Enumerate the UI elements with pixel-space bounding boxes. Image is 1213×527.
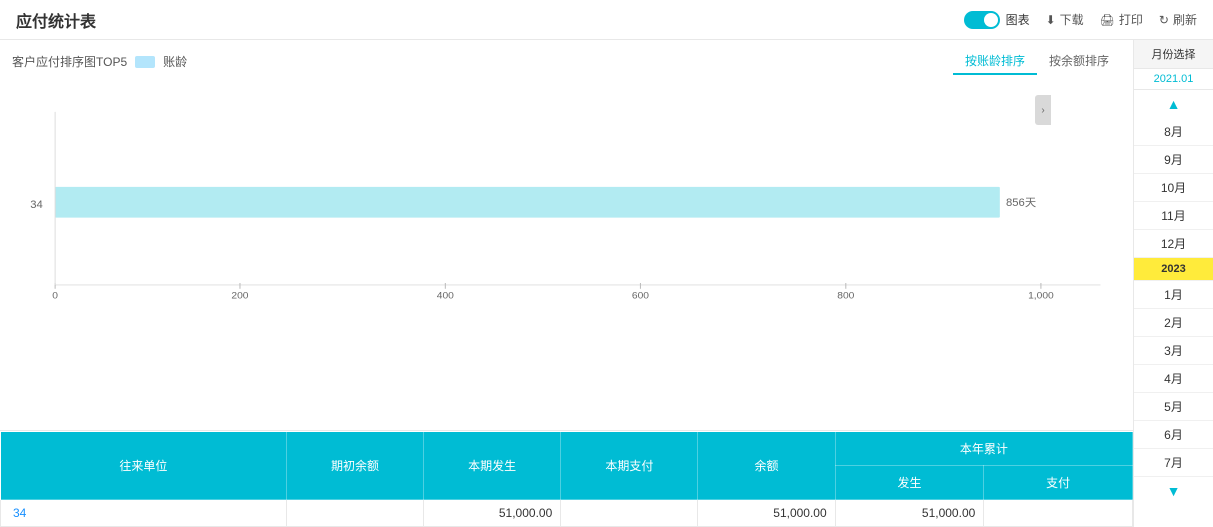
page-title: 应付统计表	[16, 8, 96, 32]
month-item-6[interactable]: 6月	[1134, 421, 1213, 449]
month-item-11[interactable]: 11月	[1134, 202, 1213, 230]
th-current-payment: 本期支付	[561, 432, 698, 500]
refresh-button[interactable]: ↻ 刷新	[1159, 11, 1197, 28]
month-item-12[interactable]: 12月	[1134, 230, 1213, 258]
th-ytd-group: 本年累计	[835, 432, 1132, 466]
nav-up-button[interactable]: ▲	[1162, 92, 1186, 116]
th-ytd-payment: 支付	[984, 466, 1133, 500]
month-item-9[interactable]: 9月	[1134, 146, 1213, 174]
header-actions: 图表 ⬇ 下载 🖨 打印 ↻ 刷新	[964, 11, 1197, 29]
legend-color-box	[135, 56, 155, 68]
data-table-area: 往来单位 期初余额 本期发生 本期支付 余额 本年累计 发生 支付	[0, 430, 1133, 527]
legend-color-label: 账龄	[163, 53, 187, 70]
month-item-7[interactable]: 7月	[1134, 449, 1213, 477]
month-item-3[interactable]: 3月	[1134, 337, 1213, 365]
month-item-5[interactable]: 5月	[1134, 393, 1213, 421]
page-header: 应付统计表 图表 ⬇ 下载 🖨 打印 ↻ 刷新	[0, 0, 1213, 40]
cell-ytd-occurrence: 51,000.00	[835, 500, 984, 527]
month-item-2[interactable]: 2月	[1134, 309, 1213, 337]
month-item-8[interactable]: 8月	[1134, 118, 1213, 146]
svg-text:200: 200	[231, 291, 249, 302]
unit-link[interactable]: 34	[13, 506, 26, 520]
svg-text:856天: 856天	[1006, 197, 1036, 209]
month-sidebar: 月份选择 2021.01 ▲ 8月 9月 10月 11月 12月 2023 1月…	[1133, 40, 1213, 527]
th-ytd-occurrence: 发生	[835, 466, 984, 500]
cell-occurrence: 51,000.00	[424, 500, 561, 527]
download-button[interactable]: ⬇ 下载	[1046, 11, 1084, 28]
cell-ytd-payment	[984, 500, 1133, 527]
bar-chart: 34 856天 0 200 400 600 800	[12, 83, 1121, 333]
svg-text:0: 0	[52, 291, 58, 302]
month-item-10[interactable]: 10月	[1134, 174, 1213, 202]
th-current-occurrence: 本期发生	[424, 432, 561, 500]
chart-legend: 客户应付排序图TOP5 账龄	[12, 53, 187, 70]
svg-text:600: 600	[632, 291, 650, 302]
svg-text:1,000: 1,000	[1028, 291, 1054, 302]
th-unit: 往来单位	[1, 432, 287, 500]
print-button[interactable]: 🖨 打印	[1100, 11, 1143, 28]
cell-balance: 51,000.00	[698, 500, 835, 527]
print-icon: 🖨	[1100, 13, 1115, 27]
sidebar-header: 月份选择	[1134, 40, 1213, 69]
svg-text:34: 34	[30, 199, 43, 211]
sort-by-balance-tab[interactable]: 按账龄排序	[953, 48, 1037, 75]
chart-toggle-label: 图表	[1006, 11, 1030, 28]
month-list: 8月 9月 10月 11月 12月 2023 1月 2月 3月 4月 5月 6月…	[1134, 118, 1213, 477]
table-row: 34 51,000.00 51,000.00 51,000.00	[1, 500, 1133, 527]
th-balance: 余额	[698, 432, 835, 500]
chart-toggle-group[interactable]: 图表	[964, 11, 1030, 29]
nav-down-button[interactable]: ▼	[1162, 479, 1186, 503]
main-content: 客户应付排序图TOP5 账龄 按账龄排序 按余额排序 34	[0, 40, 1213, 527]
sidebar-nav-up: ▲	[1134, 90, 1213, 118]
sidebar-collapse-button[interactable]: ›	[1035, 95, 1051, 125]
th-opening-balance: 期初余额	[286, 432, 423, 500]
cell-opening	[286, 500, 423, 527]
stats-table: 往来单位 期初余额 本期发生 本期支付 余额 本年累计 发生 支付	[0, 431, 1133, 527]
sidebar-year-display[interactable]: 2021.01	[1134, 69, 1213, 90]
month-item-4[interactable]: 4月	[1134, 365, 1213, 393]
month-item-1[interactable]: 1月	[1134, 281, 1213, 309]
sort-by-amount-tab[interactable]: 按余额排序	[1037, 48, 1121, 75]
year-marker-2023: 2023	[1134, 258, 1213, 281]
refresh-icon: ↻	[1159, 13, 1169, 27]
download-icon: ⬇	[1046, 13, 1056, 27]
chart-wrapper: 34 856天 0 200 400 600 800	[0, 83, 1133, 430]
chart-table-area: 客户应付排序图TOP5 账龄 按账龄排序 按余额排序 34	[0, 40, 1133, 527]
svg-text:800: 800	[837, 291, 855, 302]
sidebar-nav-down: ▼	[1134, 477, 1213, 505]
cell-payment	[561, 500, 698, 527]
svg-text:400: 400	[437, 291, 455, 302]
sort-tabs: 按账龄排序 按余额排序	[953, 48, 1121, 75]
chart-header: 客户应付排序图TOP5 账龄 按账龄排序 按余额排序	[0, 40, 1133, 83]
cell-unit: 34	[1, 500, 287, 527]
legend-label: 客户应付排序图TOP5	[12, 53, 127, 70]
chart-toggle[interactable]	[964, 11, 1000, 29]
